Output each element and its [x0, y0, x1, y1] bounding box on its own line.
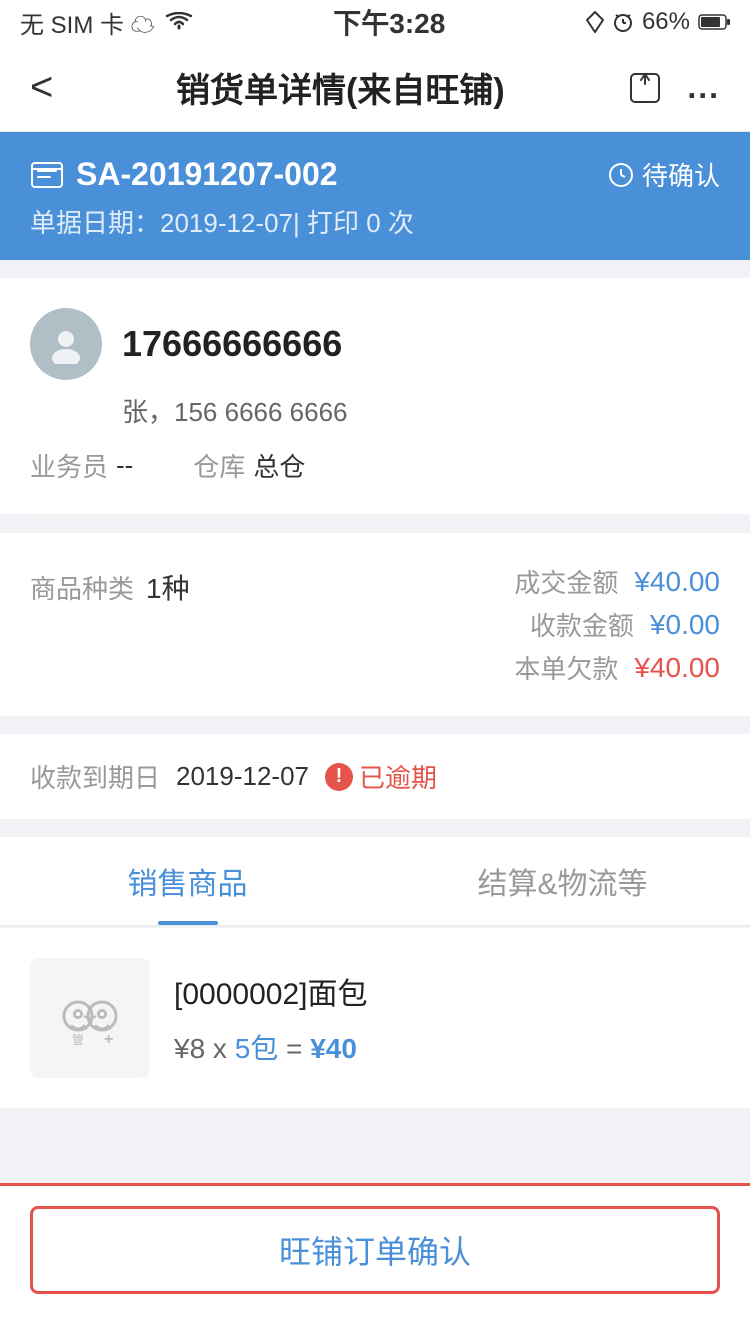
tab-settlement[interactable]: 结算&物流等 [375, 837, 750, 925]
product-total: ¥40 [310, 1033, 357, 1064]
customer-card: 17666666666 张，156 6666 6666 业务员 -- 仓库 总仓 [0, 278, 750, 514]
more-button[interactable]: ... [687, 69, 720, 106]
customer-top: 17666666666 [30, 308, 720, 380]
order-id: SA-20191207-002 [30, 156, 338, 193]
status-left: 无 SIM 卡 ☁ [20, 5, 193, 40]
status-time: 下午3:28 [333, 2, 445, 42]
customer-phone: 17666666666 [122, 323, 342, 365]
summary-right: 成交金额 ¥40.00 收款金额 ¥0.00 本单欠款 ¥40.00 [514, 563, 720, 686]
clock-icon [608, 162, 634, 188]
divider-1 [30, 514, 720, 515]
due-amount-value: ¥40.00 [634, 652, 720, 684]
battery-percent: 66% [642, 8, 690, 36]
overdue-badge: ! 已逾期 [325, 758, 437, 795]
salesperson-value: -- [116, 450, 133, 481]
due-amount-row: 本单欠款 ¥40.00 [514, 649, 720, 686]
product-name: [0000002]面包 [174, 969, 720, 1013]
tab-products[interactable]: 销售商品 [0, 837, 375, 925]
summary-card: 商品种类 1种 成交金额 ¥40.00 收款金额 ¥0.00 本单欠款 ¥40.… [0, 533, 750, 716]
due-date-label: 收款到期日 [30, 758, 160, 795]
received-amount-row: 收款金额 ¥0.00 [530, 606, 720, 643]
salesperson-label: 业务员 [30, 447, 108, 484]
svg-text:管: 管 [72, 1032, 84, 1047]
product-equals: = [278, 1033, 310, 1064]
tabs-container: 销售商品 结算&物流等 [0, 837, 750, 926]
order-date: 单据日期：2019-12-07| 打印 0 次 [30, 203, 720, 240]
due-date-value: 2019-12-07 [176, 761, 309, 792]
product-price-row: ¥8 x 5包 = ¥40 [174, 1027, 720, 1067]
alarm-icon [612, 11, 634, 33]
avatar [30, 308, 102, 380]
product-price: ¥8 x [174, 1033, 235, 1064]
summary-row: 商品种类 1种 成交金额 ¥40.00 收款金额 ¥0.00 本单欠款 ¥40.… [30, 563, 720, 686]
status-right: 66% [586, 8, 730, 36]
due-amount-label: 本单欠款 [514, 649, 618, 686]
confirm-button[interactable]: 旺铺订单确认 [30, 1206, 720, 1294]
product-thumbnail: + 管 [30, 958, 150, 1078]
product-item: + 管 [0000002]面包 ¥8 x 5包 = ¥40 [0, 928, 750, 1108]
tab-products-label: 销售商品 [128, 859, 248, 903]
deal-amount-label: 成交金额 [514, 563, 618, 600]
product-logo: + 管 [50, 988, 130, 1048]
page-title: 销货单详情(来自旺铺) [176, 63, 505, 112]
nav-bar: < 销货单详情(来自旺铺) ... [0, 44, 750, 132]
tab-settlement-label: 结算&物流等 [477, 859, 647, 903]
nav-actions: ... [627, 69, 720, 106]
deal-amount-row: 成交金额 ¥40.00 [514, 563, 720, 600]
product-qty: 5包 [235, 1033, 279, 1064]
customer-name: 张，156 6666 6666 [122, 392, 720, 429]
order-status: 待确认 [608, 156, 720, 193]
overdue-icon: ! [325, 763, 353, 791]
warehouse-item: 仓库 总仓 [193, 447, 305, 484]
back-button[interactable]: < [30, 65, 53, 110]
status-bar: 无 SIM 卡 ☁ 下午3:28 66% [0, 0, 750, 44]
due-date-card: 收款到期日 2019-12-07 ! 已逾期 [0, 734, 750, 819]
salesperson-item: 业务员 -- [30, 447, 133, 484]
sim-status: 无 SIM 卡 ☁ [20, 5, 155, 40]
product-type-label: 商品种类 [30, 569, 134, 606]
product-info: [0000002]面包 ¥8 x 5包 = ¥40 [174, 969, 720, 1067]
received-amount-label: 收款金额 [530, 606, 634, 643]
product-list: + 管 [0000002]面包 ¥8 x 5包 = ¥40 [0, 928, 750, 1108]
location-icon [586, 11, 604, 33]
order-header-card: SA-20191207-002 待确认 单据日期：2019-12-07| 打印 … [0, 132, 750, 260]
order-header-top: SA-20191207-002 待确认 [30, 156, 720, 193]
share-icon[interactable] [627, 70, 663, 106]
wifi-icon [165, 12, 193, 32]
bottom-bar: 旺铺订单确认 [0, 1183, 750, 1334]
tab-underline [158, 921, 218, 925]
product-type-count: 1种 [146, 567, 190, 607]
warehouse-value: 总仓 [253, 447, 305, 484]
customer-meta: 业务员 -- 仓库 总仓 [30, 447, 720, 484]
warehouse-label: 仓库 [193, 447, 245, 484]
received-amount-value: ¥0.00 [650, 609, 720, 641]
battery-icon [698, 13, 730, 31]
deal-amount-value: ¥40.00 [634, 566, 720, 598]
overdue-text: 已逾期 [359, 758, 437, 795]
order-icon [30, 161, 64, 189]
svg-text:+: + [104, 1031, 113, 1048]
summary-left: 商品种类 1种 [30, 563, 190, 607]
